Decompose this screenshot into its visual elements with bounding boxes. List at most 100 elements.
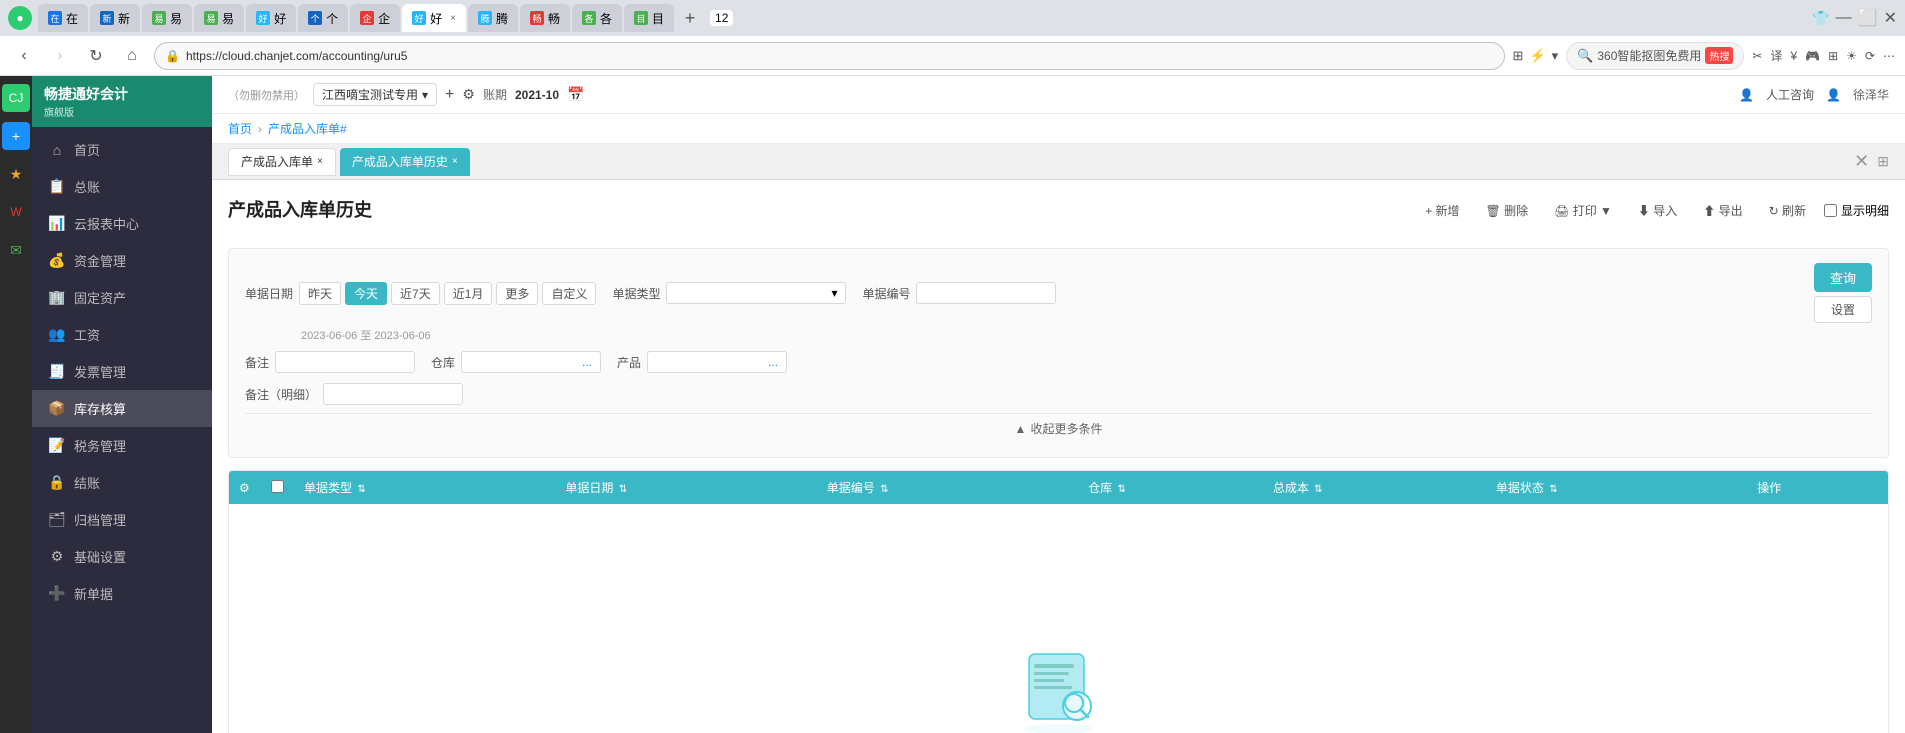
basic-nav-icon: ⚙ xyxy=(48,548,66,565)
icon-sidebar-logo[interactable]: CJ xyxy=(2,84,30,112)
add-button[interactable]: + 新增 xyxy=(1417,198,1467,223)
grid-icon: ⊞ xyxy=(1828,49,1838,63)
detail-note-filter-input[interactable] xyxy=(323,383,463,405)
tab-8-active[interactable]: 好 好 × xyxy=(402,4,466,32)
page-body: 产成品入库单历史 + 新增 🗑 删除 🖨 打印 ▼ ⬇ 导入 ⬆ 导出 ↻ 刷新… xyxy=(212,180,1905,733)
today-btn[interactable]: 今天 xyxy=(345,282,387,305)
col-status[interactable]: 单据状态 ⇅ xyxy=(1486,471,1747,504)
user-service-label[interactable]: 人工咨询 xyxy=(1766,86,1814,103)
tab-12[interactable]: 目 目 xyxy=(624,4,674,32)
icon-sidebar: CJ + ★ W ✉ xyxy=(0,76,32,733)
display-checkbox[interactable] xyxy=(1824,204,1837,217)
table-gear-col[interactable]: ⚙ xyxy=(229,471,261,504)
icon-sidebar-accounting[interactable]: + xyxy=(2,122,30,150)
tab-9[interactable]: 腾 腾 xyxy=(468,4,518,32)
collapse-label: 收起更多条件 xyxy=(1030,420,1102,437)
col-number[interactable]: 单据编号 ⇅ xyxy=(817,471,1078,504)
back-button[interactable]: ‹ xyxy=(10,42,38,70)
refresh-button[interactable]: ↻ 刷新 xyxy=(1761,198,1814,223)
sidebar-item-funds[interactable]: 💰 资金管理 xyxy=(32,242,212,279)
warehouse-more-dots[interactable]: ... xyxy=(582,355,592,369)
tab-10[interactable]: 畅 畅 xyxy=(520,4,570,32)
note-filter-input[interactable] xyxy=(275,351,415,373)
shirt-icon: 👕 xyxy=(1812,10,1829,27)
sidebar-item-salary[interactable]: 👥 工资 xyxy=(32,316,212,353)
tab-6[interactable]: 个 个 xyxy=(298,4,348,32)
tab-app-icon[interactable]: ● xyxy=(8,4,36,32)
more-btn[interactable]: 更多 xyxy=(496,282,538,305)
company-select[interactable]: 江西嘀宝测试专用 ▾ xyxy=(313,83,437,106)
import-button[interactable]: ⬇ 导入 xyxy=(1630,198,1685,223)
custom-btn[interactable]: 自定义 xyxy=(542,282,596,305)
tab-3[interactable]: 易 易 xyxy=(142,4,192,32)
page-tab-history[interactable]: 产成品入库单历史 × xyxy=(340,148,470,176)
yesterday-btn[interactable]: 昨天 xyxy=(299,282,341,305)
tab-history-close[interactable]: × xyxy=(452,156,458,167)
address-bar[interactable]: 🔒 https://cloud.chanjet.com/accounting/u… xyxy=(154,42,1505,70)
warehouse-select[interactable]: ... xyxy=(461,351,601,373)
sidebar-item-newbill[interactable]: ➕ 新单据 xyxy=(32,575,212,612)
print-button[interactable]: 🖨 打印 ▼ xyxy=(1546,198,1620,223)
sidebar-item-inventory[interactable]: 📦 库存核算 xyxy=(32,390,212,427)
tab-7[interactable]: 企 企 xyxy=(350,4,400,32)
search-box[interactable]: 🔍 360智能抠图免费用 热搜 xyxy=(1566,42,1744,70)
col-warehouse[interactable]: 仓库 ⇅ xyxy=(1078,471,1263,504)
settings-nav-icon: ⋯ xyxy=(1883,49,1895,63)
collapse-btn[interactable]: ▲ 收起更多条件 xyxy=(245,413,1872,443)
icon-sidebar-mail[interactable]: ✉ xyxy=(2,236,30,264)
settings-btn[interactable]: 设置 xyxy=(1814,296,1872,323)
sidebar-item-ledger-label: 总账 xyxy=(74,177,100,196)
col-cost[interactable]: 总成本 ⇅ xyxy=(1263,471,1486,504)
col-action: 操作 xyxy=(1747,471,1888,504)
product-select[interactable]: ... xyxy=(647,351,787,373)
breadcrumb-home[interactable]: 首页 xyxy=(228,120,252,137)
col-type[interactable]: 单据类型 ⇅ xyxy=(294,471,555,504)
page-tab-list[interactable]: 产成品入库单 × xyxy=(228,148,336,176)
new-tab-button[interactable]: + xyxy=(676,4,704,32)
number-filter-input[interactable] xyxy=(916,282,1056,304)
table-checkbox-col[interactable] xyxy=(261,471,294,504)
tab-4[interactable]: 易 易 xyxy=(194,4,244,32)
home-button[interactable]: ⌂ xyxy=(118,42,146,70)
month-btn[interactable]: 近1月 xyxy=(444,282,493,305)
period-label: 账期 xyxy=(483,86,507,103)
icon-sidebar-star[interactable]: ★ xyxy=(2,160,30,188)
type-select[interactable]: ▾ xyxy=(666,282,846,304)
forward-button[interactable]: › xyxy=(46,42,74,70)
select-all-checkbox[interactable] xyxy=(271,480,284,493)
col-date[interactable]: 单据日期 ⇅ xyxy=(555,471,816,504)
tab-8-close[interactable]: × xyxy=(450,13,456,24)
tab-11[interactable]: 各 各 xyxy=(572,4,622,32)
export-button[interactable]: ⬆ 导出 xyxy=(1695,198,1750,223)
tab-5[interactable]: 好 好 xyxy=(246,4,296,32)
user-service-icon: 👤 xyxy=(1739,88,1754,102)
sidebar-item-close[interactable]: 🔒 结账 xyxy=(32,464,212,501)
breadcrumb-list[interactable]: 产成品入库单# xyxy=(268,120,347,137)
week-btn[interactable]: 近7天 xyxy=(391,282,440,305)
display-checkbox-group[interactable]: 显示明细 xyxy=(1824,202,1889,219)
sidebar-item-report[interactable]: 📊 云报表中心 xyxy=(32,205,212,242)
icon-sidebar-weibo[interactable]: W xyxy=(2,198,30,226)
tab-2[interactable]: 新 新 xyxy=(90,4,140,32)
refresh-button[interactable]: ↻ xyxy=(82,42,110,70)
panel-expand-button[interactable]: ⊞ xyxy=(1877,153,1889,170)
calendar-icon[interactable]: 📅 xyxy=(567,86,584,103)
settings-icon[interactable]: ⚙ xyxy=(462,86,475,103)
sidebar-item-invoice[interactable]: 🧾 发票管理 xyxy=(32,353,212,390)
query-button[interactable]: 查询 xyxy=(1814,263,1872,292)
product-more-dots[interactable]: ... xyxy=(768,355,778,369)
panel-close-button[interactable]: ✕ xyxy=(1854,151,1869,172)
add-company-icon[interactable]: + xyxy=(445,86,454,104)
tab-1[interactable]: 在 在 xyxy=(38,4,88,32)
tab-list-close[interactable]: × xyxy=(317,156,323,167)
sidebar-item-basic[interactable]: ⚙ 基础设置 xyxy=(32,538,212,575)
maximize-icon[interactable]: ⬜ xyxy=(1858,8,1878,28)
minimize-icon[interactable]: — xyxy=(1836,9,1852,27)
sidebar-item-fixed[interactable]: 🏢 固定资产 xyxy=(32,279,212,316)
sidebar-item-tax[interactable]: 📝 税务管理 xyxy=(32,427,212,464)
delete-button[interactable]: 🗑 删除 xyxy=(1478,198,1537,223)
sidebar-item-ledger[interactable]: 📋 总账 xyxy=(32,168,212,205)
sidebar-item-home[interactable]: ⌂ 首页 xyxy=(32,131,212,168)
close-icon[interactable]: ✕ xyxy=(1884,8,1897,28)
sidebar-item-archive[interactable]: 🗂 归档管理 xyxy=(32,501,212,538)
